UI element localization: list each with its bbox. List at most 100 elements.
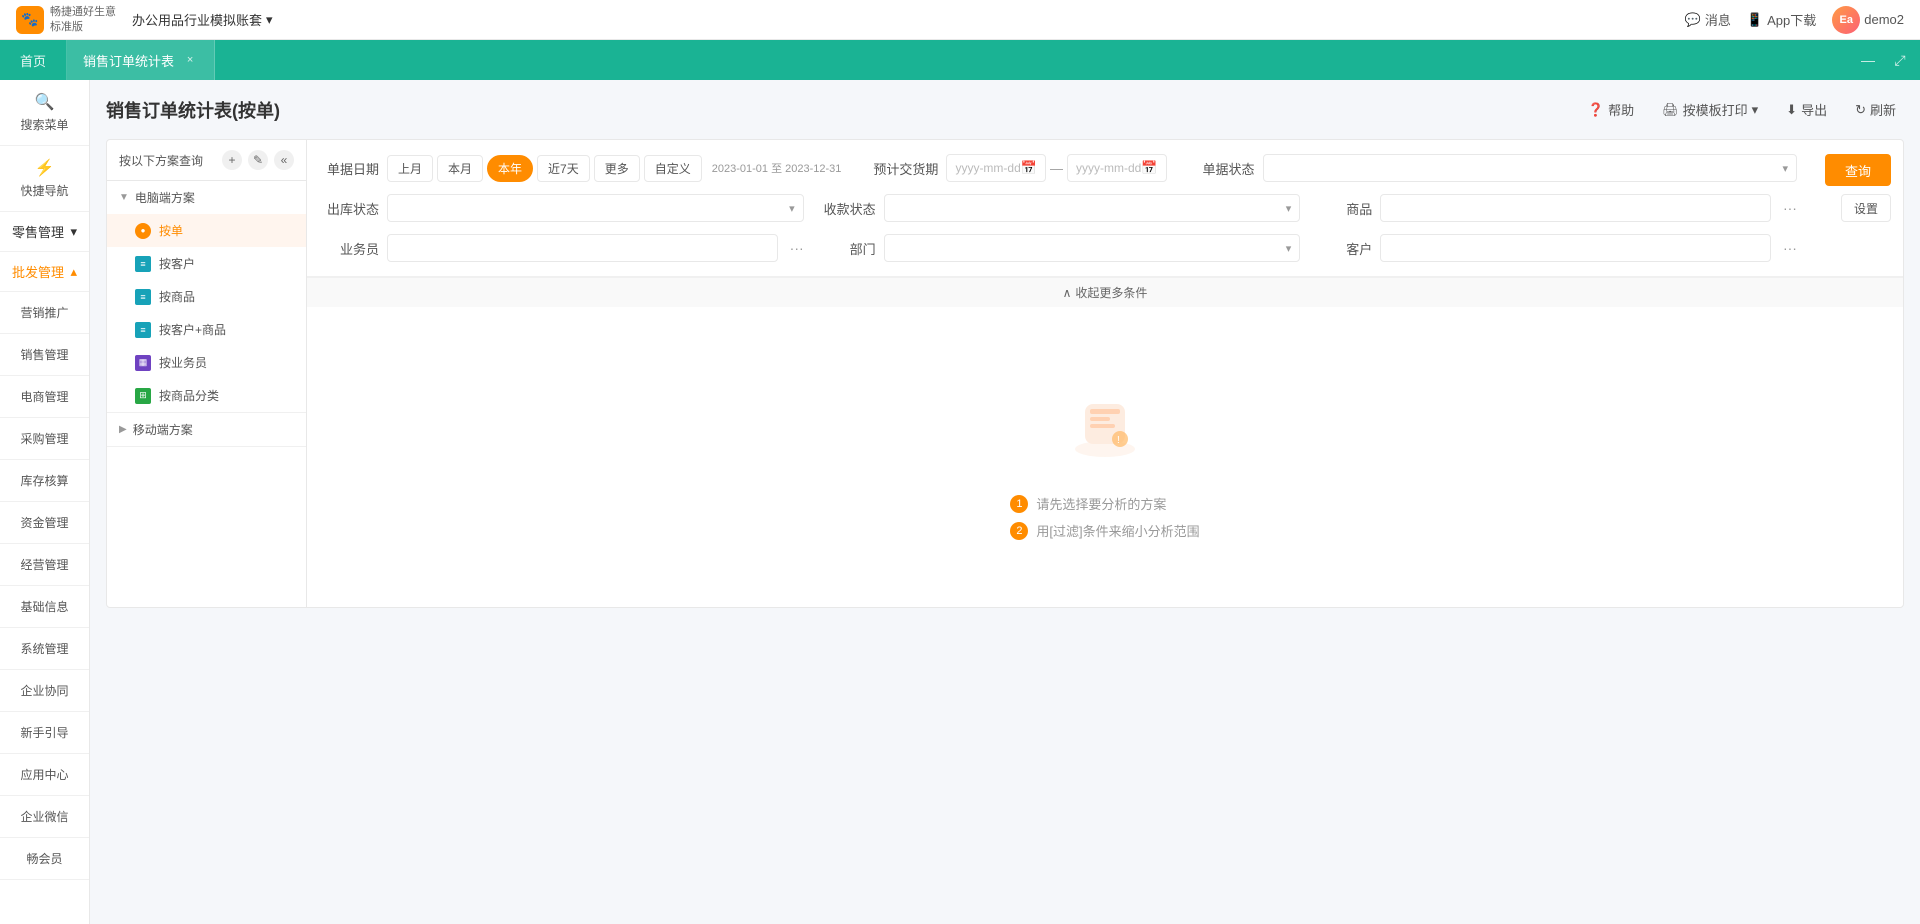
collapse-bar[interactable]: ∧ 收起更多条件 [307, 277, 1903, 307]
period-7days-btn[interactable]: 近7天 [537, 155, 590, 182]
top-bar-left: 🐾 畅捷通好生意 标准版 办公用品行业模拟账套 ▾ [16, 5, 281, 34]
chevron-down-icon: ▾ [1782, 162, 1788, 175]
cust-prod-icon: ≡ [135, 322, 151, 338]
refresh-icon: ↻ [1855, 102, 1866, 118]
query-btn[interactable]: 查询 [1825, 154, 1891, 186]
tab-close-btn[interactable]: × [182, 52, 198, 68]
chevron-down-icon: ▾ [1286, 202, 1292, 215]
help-btn[interactable]: ❓ 帮助 [1580, 96, 1642, 123]
period-more-btn[interactable]: 更多 [594, 155, 640, 182]
scheme-group-mobile-title[interactable]: ▶ 移动端方案 [107, 413, 306, 446]
filter-cell-dept: 部门 ▾ [820, 234, 1301, 262]
tab-maximize-btn[interactable]: ⤢ [1888, 48, 1912, 72]
scheme-item-by-cust-prod[interactable]: ≡ 按客户+商品 [107, 313, 306, 346]
customer-more-btn[interactable]: ··· [1783, 240, 1797, 256]
scheme-item-by-category[interactable]: ⊞ 按商品分类 [107, 379, 306, 412]
message-btn[interactable]: 💬 消息 [1685, 10, 1731, 29]
sidebar-item-purchase[interactable]: 采购管理 [0, 418, 89, 460]
scheme-item-by-order[interactable]: ● 按单 [107, 214, 306, 247]
content-area: 销售订单统计表(按单) ❓ 帮助 🖨 按模板打印 ▾ ⬇ 导出 [90, 80, 1920, 924]
message-icon: 💬 [1685, 12, 1701, 28]
period-this-year-btn[interactable]: 本年 [487, 155, 533, 182]
scheme-group-pc-title[interactable]: ▼ 电脑端方案 [107, 181, 306, 214]
filter-row-2: 出库状态 ▾ 收款状态 [323, 194, 1797, 222]
pay-status-select[interactable]: ▾ [884, 194, 1301, 222]
dept-select[interactable]: ▾ [884, 234, 1301, 262]
tip-1-text: 请先选择要分析的方案 [1036, 494, 1166, 513]
period-custom-btn[interactable]: 自定义 [644, 155, 702, 182]
scheme-item-by-salesman[interactable]: ▦ 按业务员 [107, 346, 306, 379]
period-last-month-btn[interactable]: 上月 [387, 155, 433, 182]
sidebar-search[interactable]: 🔍 搜索菜单 [0, 80, 89, 146]
sidebar-item-operations[interactable]: 经营管理 [0, 544, 89, 586]
tab-minimize-btn[interactable]: — [1856, 48, 1880, 72]
previsit-start-input[interactable]: yyyy-mm-dd 📅 [946, 154, 1046, 182]
scheme-item-by-product[interactable]: ≡ 按商品 [107, 280, 306, 313]
category-icon: ⊞ [135, 388, 151, 404]
nav-icon: ⚡ [8, 158, 81, 178]
download-icon: 📱 [1747, 12, 1763, 28]
page-content: 销售订单统计表(按单) ❓ 帮助 🖨 按模板打印 ▾ ⬇ 导出 [90, 80, 1920, 624]
salesman-more-btn[interactable]: ··· [790, 240, 804, 256]
logo-text: 畅捷通好生意 标准版 [50, 5, 116, 34]
page-header: 销售订单统计表(按单) ❓ 帮助 🖨 按模板打印 ▾ ⬇ 导出 [106, 96, 1904, 123]
settings-btn[interactable]: 设置 [1841, 194, 1891, 222]
goods-select[interactable] [1380, 194, 1771, 222]
sidebar-item-basic[interactable]: 基础信息 [0, 586, 89, 628]
scheme-header: 按以下方案查询 + ✎ « [107, 140, 306, 181]
sidebar-item-inventory[interactable]: 库存核算 [0, 460, 89, 502]
previsit-end-input[interactable]: yyyy-mm-dd 📅 [1067, 154, 1167, 182]
customer-select[interactable] [1380, 234, 1771, 262]
sidebar-item-newguide[interactable]: 新手引导 [0, 712, 89, 754]
date-label: 单据日期 [323, 159, 379, 178]
pay-status-label: 收款状态 [820, 199, 876, 218]
scheme-add-btn[interactable]: + [222, 150, 242, 170]
sidebar-item-finance[interactable]: 资金管理 [0, 502, 89, 544]
salesman-icon: ▦ [135, 355, 151, 371]
period-btns: 上月 本月 本年 近7天 更多 自定义 [387, 155, 702, 182]
sidebar-item-wholesale[interactable]: 批发管理 ▴ [0, 252, 89, 292]
status-select[interactable]: ▾ [1263, 154, 1797, 182]
export-btn[interactable]: ⬇ 导出 [1778, 96, 1835, 123]
sidebar-item-enterprise[interactable]: 企业协同 [0, 670, 89, 712]
ship-status-select[interactable]: ▾ [387, 194, 804, 222]
period-this-month-btn[interactable]: 本月 [437, 155, 483, 182]
salesman-select[interactable] [387, 234, 778, 262]
empty-state: ! 1 请先选择要分析的方案 2 用[过滤]条件来缩小分析范围 [307, 307, 1903, 607]
sidebar-item-system[interactable]: 系统管理 [0, 628, 89, 670]
scheme-header-label: 按以下方案查询 [119, 152, 203, 169]
account-selector[interactable]: 办公用品行业模拟账套 ▾ [124, 6, 281, 33]
sidebar-item-appcenter[interactable]: 应用中心 [0, 754, 89, 796]
refresh-btn[interactable]: ↻ 刷新 [1847, 96, 1904, 123]
sidebar-quick-nav[interactable]: ⚡ 快捷导航 [0, 146, 89, 212]
collapse-icon: ∧ [1063, 286, 1072, 300]
sidebar-item-marketing[interactable]: 营销推广 [0, 292, 89, 334]
ship-status-label: 出库状态 [323, 199, 379, 218]
template-print-btn[interactable]: 🖨 按模板打印 ▾ [1654, 96, 1766, 123]
previsit-label: 预计交货期 [873, 159, 938, 178]
sidebar-item-ecommerce[interactable]: 电商管理 [0, 376, 89, 418]
main-layout: 🔍 搜索菜单 ⚡ 快捷导航 零售管理 ▾ 批发管理 ▴ 营销推广 销售管理 电商… [0, 80, 1920, 924]
status-label: 单据状态 [1199, 159, 1255, 178]
filter-action-col: 查询 设置 [1813, 140, 1903, 276]
calendar-icon: 📅 [1021, 160, 1037, 176]
tip-2-num: 2 [1010, 522, 1028, 540]
scheme-collapse-btn[interactable]: « [274, 150, 294, 170]
tab-sales-stats[interactable]: 销售订单统计表 × [67, 40, 215, 80]
filter-cell-status: 单据状态 ▾ [1199, 154, 1797, 182]
tip-1-num: 1 [1010, 495, 1028, 513]
app-download-btn[interactable]: 📱 App下载 [1747, 10, 1816, 29]
sidebar-item-retail[interactable]: 零售管理 ▾ [0, 212, 89, 252]
search-icon: 🔍 [8, 92, 81, 112]
filter-cell-pay: 收款状态 ▾ [820, 194, 1301, 222]
scheme-item-by-customer[interactable]: ≡ 按客户 [107, 247, 306, 280]
date-range-display: 2023-01-01 至 2023-12-31 [712, 160, 842, 176]
scheme-edit-btn[interactable]: ✎ [248, 150, 268, 170]
user-menu[interactable]: Ea demo2 [1832, 6, 1904, 34]
sidebar-item-vip[interactable]: 畅会员 [0, 838, 89, 880]
sidebar-item-sales[interactable]: 销售管理 [0, 334, 89, 376]
tab-home[interactable]: 首页 [0, 40, 67, 80]
empty-tips: 1 请先选择要分析的方案 2 用[过滤]条件来缩小分析范围 [1010, 494, 1199, 540]
goods-more-btn[interactable]: ··· [1783, 200, 1797, 216]
sidebar-item-corpwx[interactable]: 企业微信 [0, 796, 89, 838]
